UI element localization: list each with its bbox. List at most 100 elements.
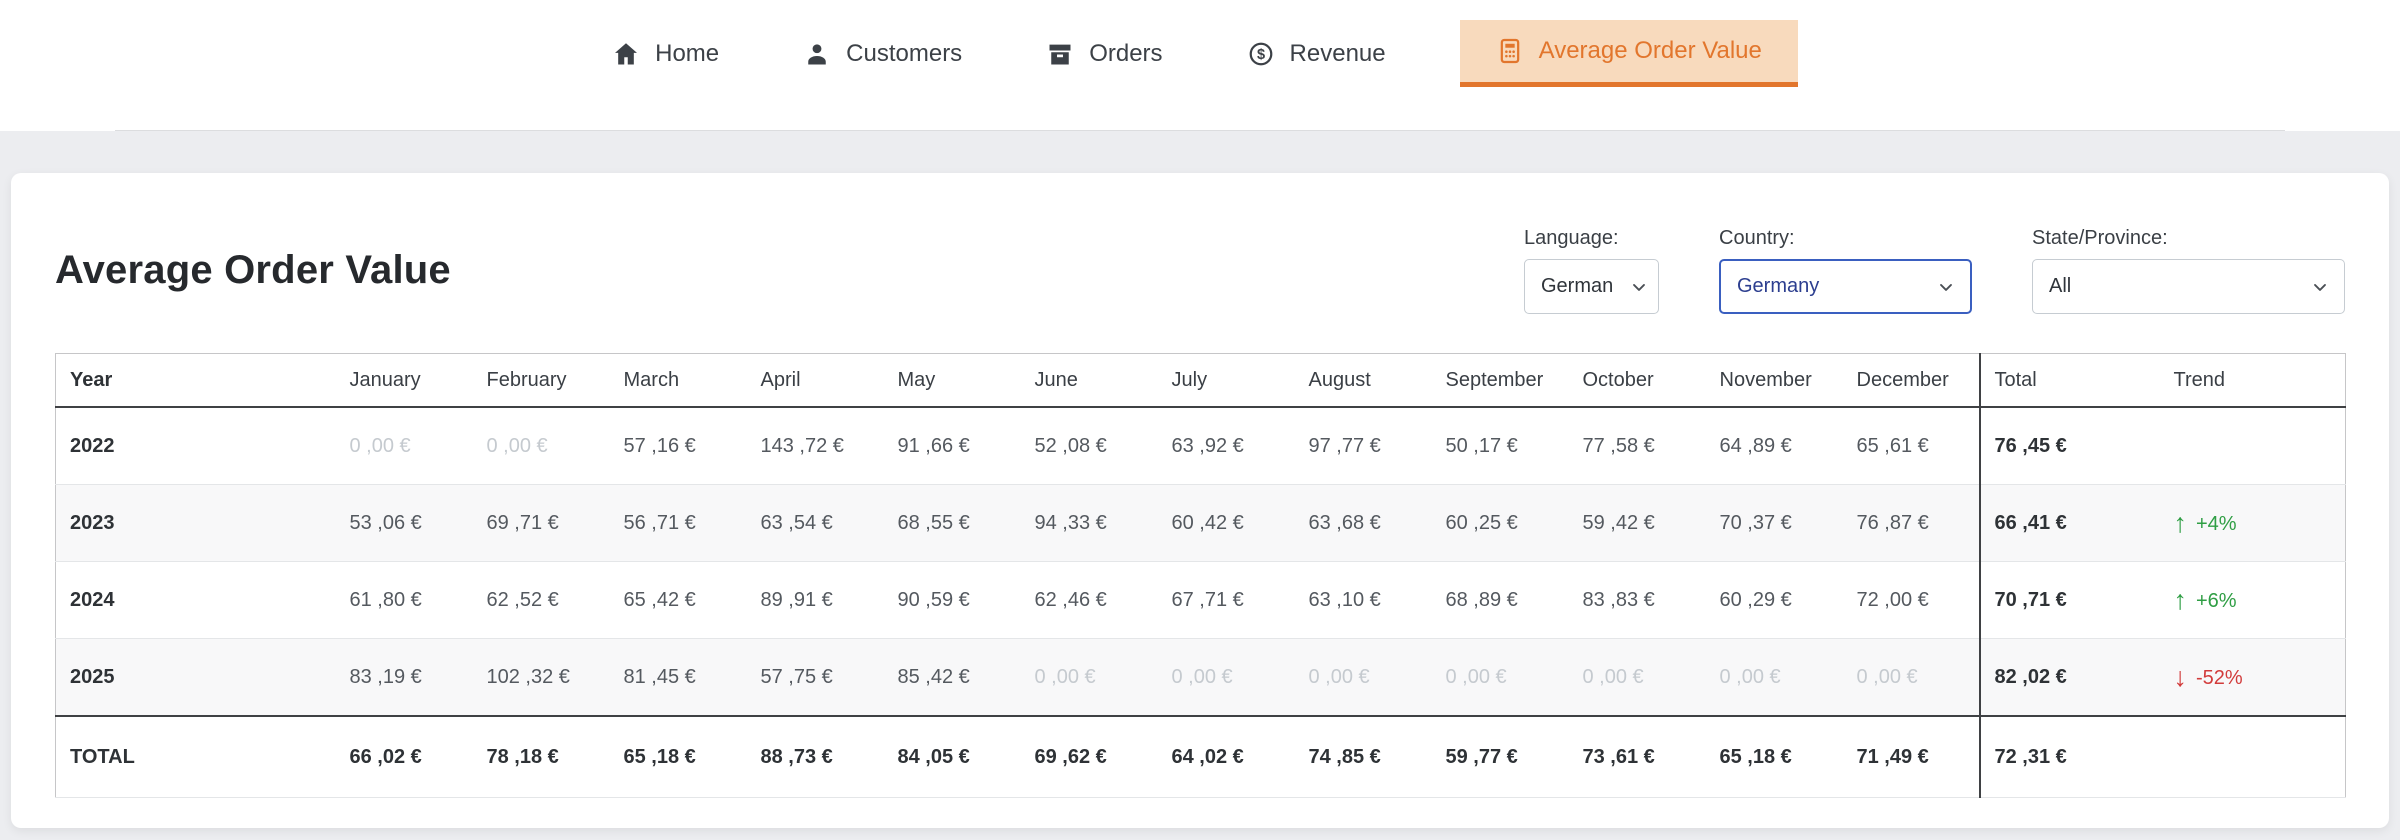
- column-header-february: February: [473, 354, 610, 408]
- chevron-down-icon: [2310, 277, 2330, 297]
- aov-table: YearJanuaryFebruaryMarchAprilMayJuneJuly…: [55, 353, 2346, 798]
- total-cell: 66 ,41 €: [1980, 485, 2160, 562]
- state-label: State/Province:: [2032, 227, 2345, 250]
- total-row-label: TOTAL: [56, 716, 336, 798]
- state-filter: State/Province: All: [2032, 227, 2345, 314]
- value-cell: 76 ,87 €: [1843, 485, 1980, 562]
- trend-up-arrow-icon: ↑: [2174, 508, 2188, 538]
- value-cell: 53 ,06 €: [336, 485, 473, 562]
- trend-value: +6%: [2196, 590, 2237, 612]
- value-cell: 63 ,68 €: [1295, 485, 1432, 562]
- trend-up-arrow-icon: ↑: [2174, 585, 2188, 615]
- column-header-september: September: [1432, 354, 1569, 408]
- value-cell: 64 ,89 €: [1706, 407, 1843, 485]
- total-cell: 72 ,31 €: [1980, 716, 2160, 798]
- value-cell: 61 ,80 €: [336, 562, 473, 639]
- state-select-value: All: [2049, 275, 2071, 298]
- value-cell: 67 ,71 €: [1158, 562, 1295, 639]
- nav-item-customers[interactable]: Customers: [793, 20, 972, 87]
- value-cell: 88 ,73 €: [747, 716, 884, 798]
- trend-cell: ↓-52%: [2160, 639, 2346, 717]
- value-cell: 63 ,10 €: [1295, 562, 1432, 639]
- language-label: Language:: [1524, 227, 1659, 250]
- table-row-2024: 202461 ,80 €62 ,52 €65 ,42 €89 ,91 €90 ,…: [56, 562, 2346, 639]
- column-header-total: Total: [1980, 354, 2160, 408]
- total-cell: 82 ,02 €: [1980, 639, 2160, 717]
- value-cell: 83 ,83 €: [1569, 562, 1706, 639]
- column-header-january: January: [336, 354, 473, 408]
- value-cell: 72 ,00 €: [1843, 562, 1980, 639]
- column-header-trend: Trend: [2160, 354, 2346, 408]
- language-select-value: German: [1541, 275, 1613, 298]
- total-cell: 70 ,71 €: [1980, 562, 2160, 639]
- state-select[interactable]: All: [2032, 259, 2345, 314]
- country-select[interactable]: Germany: [1719, 259, 1972, 314]
- filters: Language: German Country: Germany: [1524, 227, 2345, 314]
- language-select[interactable]: German: [1524, 259, 1659, 314]
- value-cell: 50 ,17 €: [1432, 407, 1569, 485]
- value-cell: 81 ,45 €: [610, 639, 747, 717]
- value-cell: 57 ,16 €: [610, 407, 747, 485]
- main-nav: Home Customers Orders $ Revenue Average …: [0, 0, 2400, 87]
- nav-item-label: Revenue: [1290, 40, 1386, 68]
- customers-icon: [803, 40, 831, 68]
- top-nav: Home Customers Orders $ Revenue Average …: [0, 0, 2400, 131]
- value-cell: 0 ,00 €: [1432, 639, 1569, 717]
- value-cell: 73 ,61 €: [1569, 716, 1706, 798]
- content-card: Average Order Value Language: German Cou…: [11, 173, 2389, 828]
- nav-item-average-order-value[interactable]: Average Order Value: [1460, 20, 1798, 87]
- value-cell: 64 ,02 €: [1158, 716, 1295, 798]
- column-header-march: March: [610, 354, 747, 408]
- value-cell: 89 ,91 €: [747, 562, 884, 639]
- value-cell: 97 ,77 €: [1295, 407, 1432, 485]
- value-cell: 65 ,18 €: [610, 716, 747, 798]
- column-header-october: October: [1569, 354, 1706, 408]
- nav-item-label: Customers: [846, 40, 962, 68]
- value-cell: 78 ,18 €: [473, 716, 610, 798]
- year-cell: 2024: [56, 562, 336, 639]
- value-cell: 0 ,00 €: [1021, 639, 1158, 717]
- value-cell: 77 ,58 €: [1569, 407, 1706, 485]
- trend-cell: [2160, 716, 2346, 798]
- value-cell: 60 ,29 €: [1706, 562, 1843, 639]
- nav-divider: [115, 130, 2285, 131]
- year-cell: 2023: [56, 485, 336, 562]
- column-header-april: April: [747, 354, 884, 408]
- value-cell: 57 ,75 €: [747, 639, 884, 717]
- home-icon: [612, 40, 640, 68]
- table-row-2022: 20220 ,00 €0 ,00 €57 ,16 €143 ,72 €91 ,6…: [56, 407, 2346, 485]
- value-cell: 65 ,18 €: [1706, 716, 1843, 798]
- value-cell: 85 ,42 €: [884, 639, 1021, 717]
- value-cell: 59 ,42 €: [1569, 485, 1706, 562]
- value-cell: 60 ,25 €: [1432, 485, 1569, 562]
- value-cell: 62 ,46 €: [1021, 562, 1158, 639]
- value-cell: 69 ,62 €: [1021, 716, 1158, 798]
- table-header-row: YearJanuaryFebruaryMarchAprilMayJuneJuly…: [56, 354, 2346, 408]
- value-cell: 0 ,00 €: [473, 407, 610, 485]
- chevron-down-icon: [1936, 277, 1956, 297]
- value-cell: 90 ,59 €: [884, 562, 1021, 639]
- value-cell: 65 ,61 €: [1843, 407, 1980, 485]
- value-cell: 70 ,37 €: [1706, 485, 1843, 562]
- country-label: Country:: [1719, 227, 1972, 250]
- chevron-down-icon: [1629, 277, 1649, 297]
- column-header-november: November: [1706, 354, 1843, 408]
- value-cell: 91 ,66 €: [884, 407, 1021, 485]
- nav-item-revenue[interactable]: $ Revenue: [1237, 20, 1396, 87]
- nav-item-orders[interactable]: Orders: [1036, 20, 1172, 87]
- value-cell: 84 ,05 €: [884, 716, 1021, 798]
- value-cell: 56 ,71 €: [610, 485, 747, 562]
- value-cell: 68 ,55 €: [884, 485, 1021, 562]
- page-title: Average Order Value: [55, 248, 451, 293]
- value-cell: 69 ,71 €: [473, 485, 610, 562]
- country-select-value: Germany: [1737, 275, 1819, 298]
- nav-item-label: Home: [655, 40, 719, 68]
- value-cell: 0 ,00 €: [1295, 639, 1432, 717]
- card-header: Average Order Value Language: German Cou…: [55, 227, 2345, 314]
- value-cell: 60 ,42 €: [1158, 485, 1295, 562]
- nav-item-home[interactable]: Home: [602, 20, 729, 87]
- table-row-2025: 202583 ,19 €102 ,32 €81 ,45 €57 ,75 €85 …: [56, 639, 2346, 717]
- value-cell: 63 ,92 €: [1158, 407, 1295, 485]
- table-row-2023: 202353 ,06 €69 ,71 €56 ,71 €63 ,54 €68 ,…: [56, 485, 2346, 562]
- value-cell: 83 ,19 €: [336, 639, 473, 717]
